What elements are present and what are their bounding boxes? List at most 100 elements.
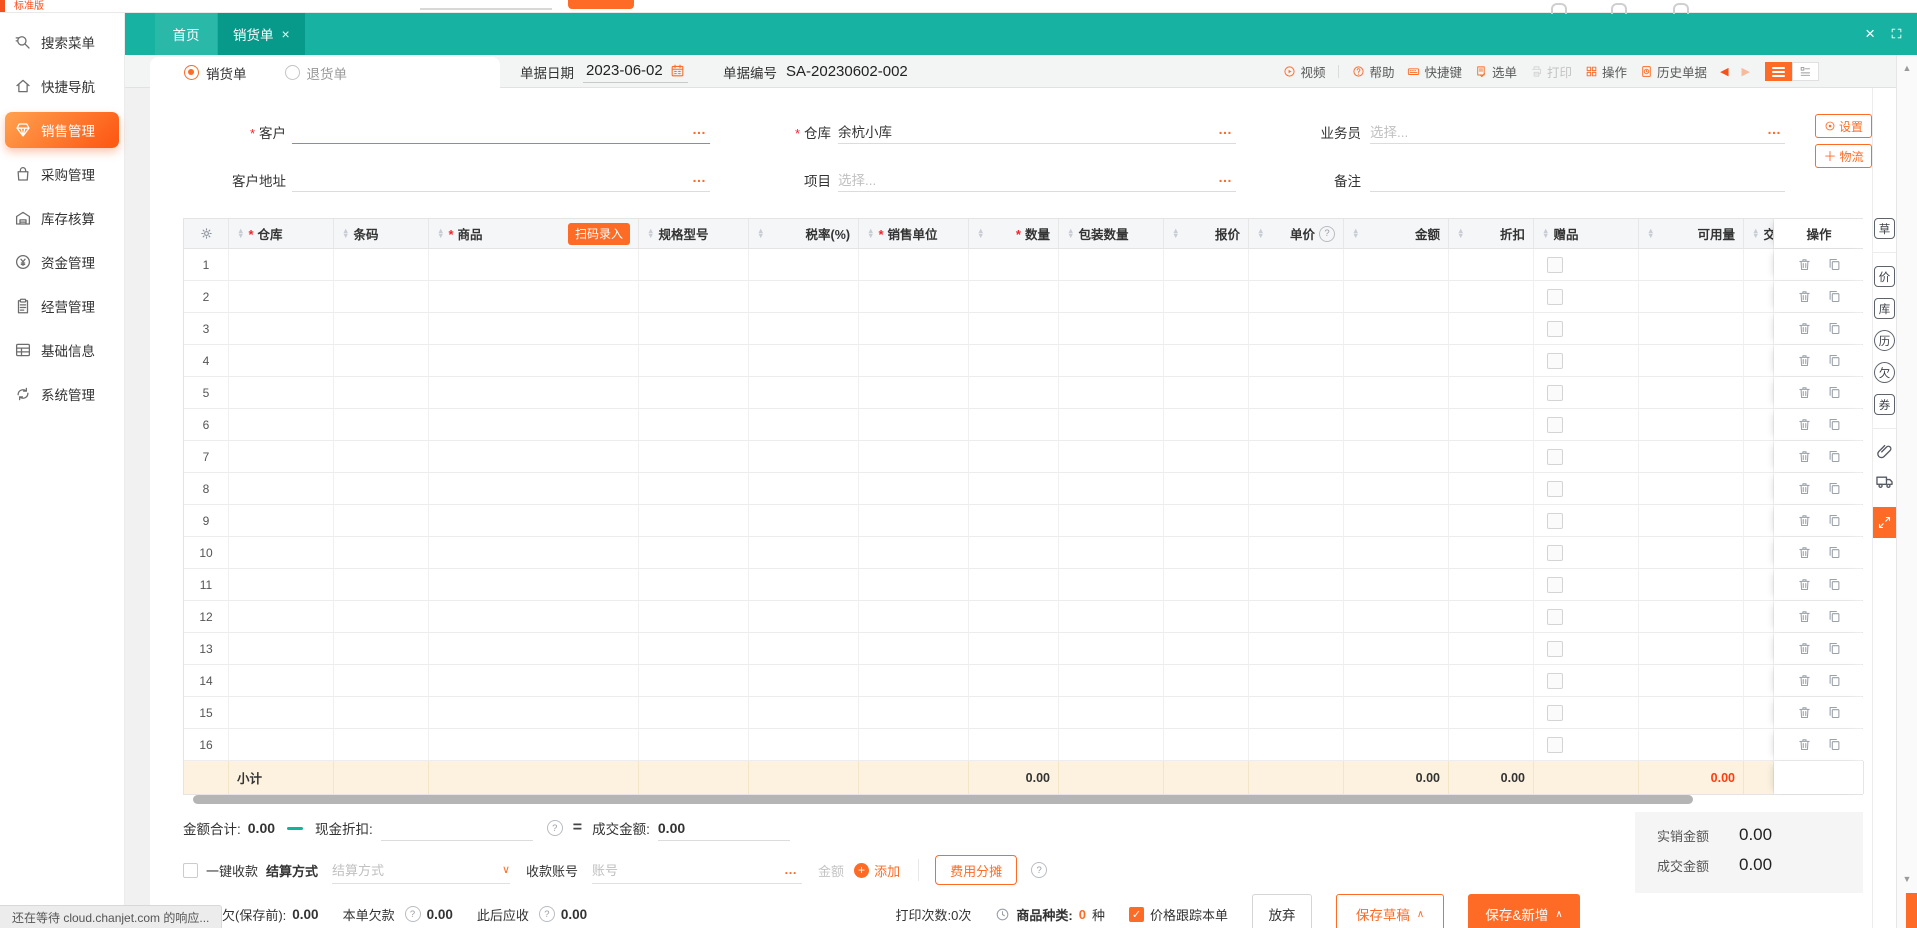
delete-row-icon[interactable] xyxy=(1797,673,1812,688)
cell-price[interactable] xyxy=(1249,601,1344,632)
cell-spec[interactable] xyxy=(639,473,749,504)
sidebar-item-sales[interactable]: 销售管理 xyxy=(5,112,119,148)
cell-available[interactable] xyxy=(1639,505,1744,536)
cell-gift[interactable] xyxy=(1534,409,1639,440)
sort-carets[interactable]: ▲ ▼ xyxy=(1067,227,1074,238)
cell-discount[interactable] xyxy=(1449,313,1534,344)
cell-spec[interactable] xyxy=(639,633,749,664)
cell-unit[interactable] xyxy=(859,377,969,408)
cell-product[interactable] xyxy=(429,697,639,728)
gift-checkbox[interactable] xyxy=(1547,448,1563,465)
cell-available[interactable] xyxy=(1639,537,1744,568)
tab-sales-order[interactable]: 销货单 × xyxy=(218,12,305,55)
cell-amount[interactable] xyxy=(1344,249,1449,280)
cell-discount[interactable] xyxy=(1449,729,1534,760)
cell-actions[interactable] xyxy=(1774,537,1864,568)
cell-product[interactable] xyxy=(429,281,639,312)
cell-tax[interactable] xyxy=(749,441,859,472)
sort-carets[interactable]: ▲ ▼ xyxy=(437,227,444,238)
cell-quote[interactable] xyxy=(1164,729,1249,760)
cell-delivery[interactable] xyxy=(1744,665,1774,696)
cell-unit[interactable] xyxy=(859,505,969,536)
cell-available[interactable] xyxy=(1639,665,1744,696)
cell-amount[interactable] xyxy=(1344,537,1449,568)
cell-quote[interactable] xyxy=(1164,473,1249,504)
cell-tax[interactable] xyxy=(749,473,859,504)
rail-attachment-icon[interactable] xyxy=(1875,442,1894,461)
cell-warehouse[interactable] xyxy=(229,569,334,600)
cell-unit[interactable] xyxy=(859,697,969,728)
cell-gift[interactable] xyxy=(1534,729,1639,760)
cell-tax[interactable] xyxy=(749,505,859,536)
gift-checkbox[interactable] xyxy=(1547,544,1563,561)
cell-delivery[interactable] xyxy=(1744,409,1774,440)
cell-spec[interactable] xyxy=(639,409,749,440)
toolbar-action-history-docs[interactable]: 历史单据 xyxy=(1640,62,1707,81)
cell-qty[interactable] xyxy=(969,569,1059,600)
cell-unit[interactable] xyxy=(859,249,969,280)
cell-warehouse[interactable] xyxy=(229,249,334,280)
help-icon[interactable]: ? xyxy=(404,906,421,922)
rail-price-icon[interactable]: 价 xyxy=(1874,266,1895,287)
cell-delivery[interactable] xyxy=(1744,505,1774,536)
page-scrollbar[interactable]: ▲ ▼ xyxy=(1896,55,1917,928)
col-header-unit[interactable]: ▲ ▼ * 销售单位 xyxy=(859,219,969,248)
cell-spec[interactable] xyxy=(639,377,749,408)
sort-carets[interactable]: ▲ ▼ xyxy=(867,227,874,238)
sort-carets[interactable]: ▲ ▼ xyxy=(647,227,654,238)
gift-checkbox[interactable] xyxy=(1547,480,1563,497)
sidebar-item-funds[interactable]: 资金管理 xyxy=(5,244,119,280)
one-click-checkbox[interactable] xyxy=(183,862,198,878)
cell-gift[interactable] xyxy=(1534,633,1639,664)
cell-actions[interactable] xyxy=(1774,281,1864,312)
delete-row-icon[interactable] xyxy=(1797,417,1812,432)
cell-price[interactable] xyxy=(1249,697,1344,728)
delete-row-icon[interactable] xyxy=(1797,385,1812,400)
cell-product[interactable] xyxy=(429,633,639,664)
col-header-delivery[interactable]: ▲▼ 交 xyxy=(1744,219,1774,248)
copy-row-icon[interactable] xyxy=(1827,705,1842,720)
cell-pack_qty[interactable] xyxy=(1059,281,1164,312)
cell-qty[interactable] xyxy=(969,409,1059,440)
cell-price[interactable] xyxy=(1249,473,1344,504)
gift-checkbox[interactable] xyxy=(1547,416,1563,433)
tab-home[interactable]: 首页 xyxy=(155,12,217,55)
cell-amount[interactable] xyxy=(1344,345,1449,376)
cell-price[interactable] xyxy=(1249,505,1344,536)
cell-price[interactable] xyxy=(1249,281,1344,312)
cash-discount-input[interactable] xyxy=(380,816,533,841)
sort-carets[interactable]: ▲ ▼ xyxy=(1257,227,1264,238)
cell-discount[interactable] xyxy=(1449,505,1534,536)
col-header-quote[interactable]: ▲ ▼ 报价 xyxy=(1164,219,1249,248)
cell-spec[interactable] xyxy=(639,537,749,568)
cell-amount[interactable] xyxy=(1344,281,1449,312)
next-doc-icon[interactable]: ▶ xyxy=(1742,65,1750,78)
logistics-button[interactable]: ＋物流 xyxy=(1815,144,1872,168)
cell-unit[interactable] xyxy=(859,473,969,504)
copy-row-icon[interactable] xyxy=(1827,577,1842,592)
rail-delivery-icon[interactable] xyxy=(1875,472,1894,491)
cell-pack_qty[interactable] xyxy=(1059,377,1164,408)
cell-actions[interactable] xyxy=(1774,345,1864,376)
cell-discount[interactable] xyxy=(1449,569,1534,600)
cell-actions[interactable] xyxy=(1774,377,1864,408)
delete-row-icon[interactable] xyxy=(1797,481,1812,496)
cell-unit[interactable] xyxy=(859,729,969,760)
save-draft-button[interactable]: 保存草稿 ∧ xyxy=(1336,894,1444,928)
sidebar-item-system[interactable]: 系统管理 xyxy=(5,376,119,412)
cell-spec[interactable] xyxy=(639,441,749,472)
cell-price[interactable] xyxy=(1249,729,1344,760)
cell-price[interactable] xyxy=(1249,537,1344,568)
cell-discount[interactable] xyxy=(1449,633,1534,664)
toolbar-action-pick-order[interactable]: 选单 xyxy=(1475,62,1517,81)
cell-gift[interactable] xyxy=(1534,313,1639,344)
sort-carets[interactable]: ▲ ▼ xyxy=(1647,227,1654,238)
cell-warehouse[interactable] xyxy=(229,409,334,440)
rail-arrears-icon[interactable]: 欠 xyxy=(1874,362,1895,383)
sidebar-item-search-menu[interactable]: 搜索菜单 xyxy=(5,24,119,60)
cell-qty[interactable] xyxy=(969,537,1059,568)
warehouse-input[interactable]: 余杭小库… xyxy=(838,118,1236,144)
delete-row-icon[interactable] xyxy=(1797,641,1812,656)
cell-available[interactable] xyxy=(1639,697,1744,728)
cell-amount[interactable] xyxy=(1344,313,1449,344)
